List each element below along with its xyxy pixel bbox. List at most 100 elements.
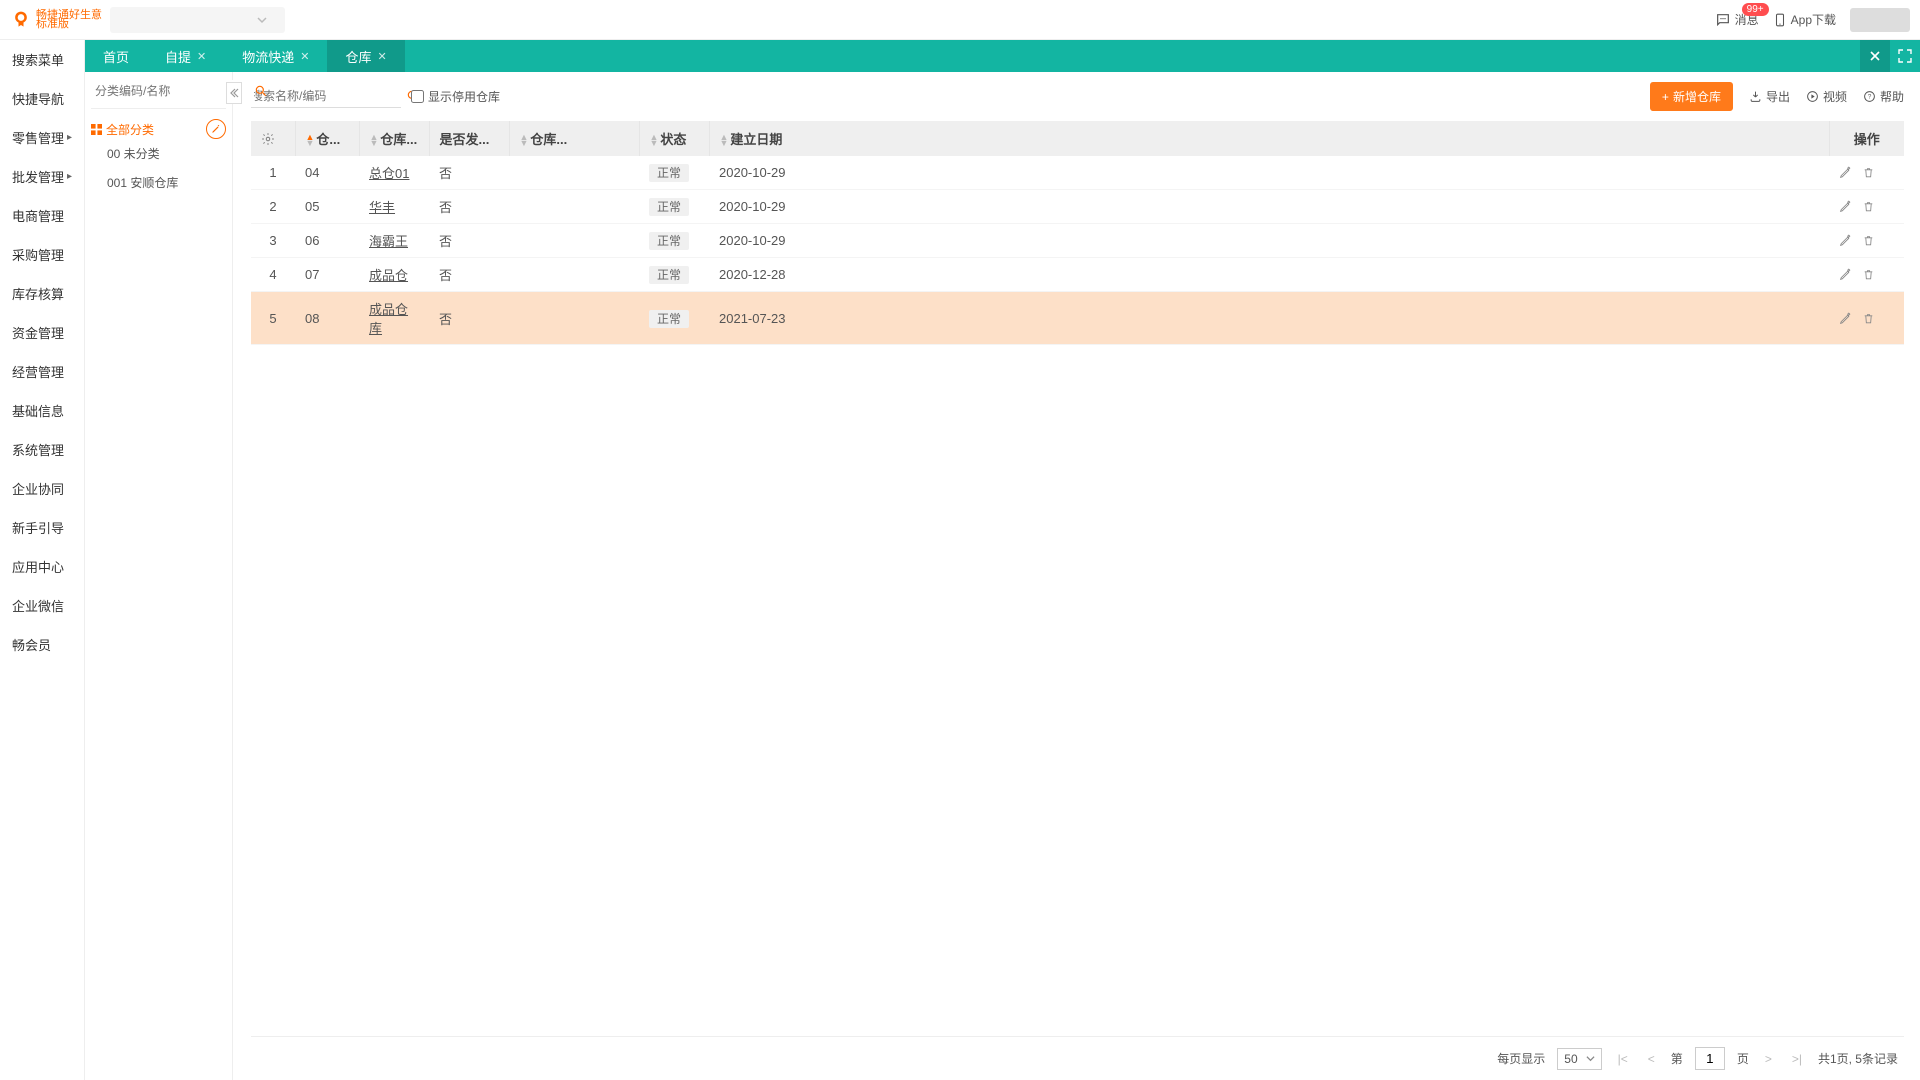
video-button[interactable]: 视频 <box>1806 88 1847 105</box>
status-badge: 正常 <box>649 198 689 216</box>
tree-item-0[interactable]: 00 未分类 <box>91 139 226 168</box>
column-settings[interactable] <box>251 121 295 156</box>
nav-item-10[interactable]: 系统管理 <box>0 430 84 469</box>
play-icon <box>1806 90 1819 103</box>
nav-item-0[interactable]: 搜索菜单 <box>0 40 84 79</box>
cell-addr <box>509 224 639 258</box>
page-input[interactable] <box>1695 1047 1725 1070</box>
org-selector[interactable] <box>110 7 285 33</box>
nav-item-8[interactable]: 经营管理 <box>0 352 84 391</box>
column-name[interactable]: ▲▼仓库... <box>359 121 429 156</box>
warehouse-link[interactable]: 海霸王 <box>369 234 408 249</box>
export-button[interactable]: 导出 <box>1749 88 1790 105</box>
column-addr[interactable]: ▲▼仓库... <box>509 121 639 156</box>
export-icon <box>1749 90 1762 103</box>
delete-button[interactable] <box>1862 234 1875 247</box>
app-download-label: App下载 <box>1791 11 1836 28</box>
cell-ship: 否 <box>429 224 509 258</box>
table-search-input[interactable] <box>251 85 406 107</box>
table-row[interactable]: 508成品仓库否正常2021-07-23 <box>251 292 1904 345</box>
warehouse-link[interactable]: 成品仓 <box>369 268 408 283</box>
nav-item-12[interactable]: 新手引导 <box>0 508 84 547</box>
nav-item-4[interactable]: 电商管理 <box>0 196 84 235</box>
brand-text-group: 畅捷通好生意 标准版 <box>36 10 102 30</box>
edit-button[interactable] <box>1839 268 1852 281</box>
nav-item-2[interactable]: 零售管理▸ <box>0 118 84 157</box>
column-date[interactable]: ▲▼建立日期 <box>709 121 1829 156</box>
delete-button[interactable] <box>1862 200 1875 213</box>
tree-item-1[interactable]: 001 安顺仓库 <box>91 168 226 197</box>
phone-icon <box>1773 12 1787 28</box>
cell-name: 海霸王 <box>359 224 429 258</box>
tab-label: 仓库 <box>345 47 371 66</box>
show-disabled-input[interactable] <box>411 90 424 103</box>
nav-item-9[interactable]: 基础信息 <box>0 391 84 430</box>
tab-2[interactable]: 物流快递✕ <box>224 40 327 72</box>
show-disabled-checkbox[interactable]: 显示停用仓库 <box>411 88 500 105</box>
column-ops: 操作 <box>1829 121 1904 156</box>
nav-item-13[interactable]: 应用中心 <box>0 547 84 586</box>
edit-button[interactable] <box>1839 200 1852 213</box>
warehouse-link[interactable]: 总仓01 <box>369 166 409 181</box>
messages-badge: 99+ <box>1742 3 1769 16</box>
nav-item-label: 畅会员 <box>12 635 51 654</box>
nav-item-6[interactable]: 库存核算 <box>0 274 84 313</box>
tree-root-node[interactable]: 全部分类 <box>91 121 154 138</box>
nav-item-3[interactable]: 批发管理▸ <box>0 157 84 196</box>
paginator: 每页显示 50 |< < 第 页 > >| 共1页, 5条记录 <box>251 1036 1904 1080</box>
cell-seq: 1 <box>251 156 295 190</box>
tab-1[interactable]: 自提✕ <box>147 40 224 72</box>
last-page-button[interactable]: >| <box>1788 1052 1806 1066</box>
column-code[interactable]: ▲▼仓... <box>295 121 359 156</box>
column-ship[interactable]: 是否发... <box>429 121 509 156</box>
edit-button[interactable] <box>1839 166 1852 179</box>
warehouse-link[interactable]: 成品仓库 <box>369 302 408 336</box>
delete-button[interactable] <box>1862 312 1875 325</box>
close-icon[interactable]: ✕ <box>197 50 206 63</box>
table-row[interactable]: 205华丰否正常2020-10-29 <box>251 190 1904 224</box>
edit-button[interactable] <box>1839 312 1852 325</box>
toolbar: 显示停用仓库 + 新增仓库 导出 视频 <box>251 82 1904 111</box>
prev-page-button[interactable]: < <box>1644 1052 1659 1066</box>
user-avatar[interactable] <box>1850 8 1910 32</box>
nav-item-7[interactable]: 资金管理 <box>0 313 84 352</box>
help-button[interactable]: ? 帮助 <box>1863 88 1904 105</box>
nav-item-15[interactable]: 畅会员 <box>0 625 84 664</box>
cell-code: 08 <box>295 292 359 345</box>
tree-edit-button[interactable] <box>206 119 226 139</box>
edit-button[interactable] <box>1839 234 1852 247</box>
close-icon[interactable]: ✕ <box>378 50 387 63</box>
cell-code: 04 <box>295 156 359 190</box>
cell-ship: 否 <box>429 190 509 224</box>
next-page-button[interactable]: > <box>1761 1052 1776 1066</box>
collapse-tree-button[interactable] <box>226 82 242 104</box>
table-row[interactable]: 104总仓01否正常2020-10-29 <box>251 156 1904 190</box>
svg-text:?: ? <box>1868 94 1872 101</box>
nav-item-5[interactable]: 采购管理 <box>0 235 84 274</box>
nav-item-14[interactable]: 企业微信 <box>0 586 84 625</box>
table-row[interactable]: 407成品仓否正常2020-12-28 <box>251 258 1904 292</box>
page-size-select[interactable]: 50 <box>1557 1048 1601 1070</box>
first-page-button[interactable]: |< <box>1614 1052 1632 1066</box>
fullscreen-button[interactable] <box>1890 40 1920 72</box>
nav-item-1[interactable]: 快捷导航 <box>0 79 84 118</box>
close-all-tabs-button[interactable] <box>1860 40 1890 72</box>
app-download-button[interactable]: App下载 <box>1773 11 1836 28</box>
nav-item-11[interactable]: 企业协同 <box>0 469 84 508</box>
tree-search <box>91 80 226 109</box>
tree-root-label: 全部分类 <box>106 121 154 138</box>
cell-addr <box>509 258 639 292</box>
header-right: 消息 99+ App下载 <box>1715 8 1910 32</box>
search-icon[interactable] <box>254 84 268 98</box>
table-row[interactable]: 306海霸王否正常2020-10-29 <box>251 224 1904 258</box>
close-icon[interactable]: ✕ <box>300 50 309 63</box>
cell-seq: 3 <box>251 224 295 258</box>
delete-button[interactable] <box>1862 268 1875 281</box>
delete-button[interactable] <box>1862 166 1875 179</box>
tab-0[interactable]: 首页 <box>85 40 147 72</box>
tab-3[interactable]: 仓库 ✕ <box>327 40 404 72</box>
messages-button[interactable]: 消息 99+ <box>1715 11 1759 28</box>
warehouse-link[interactable]: 华丰 <box>369 200 395 215</box>
column-status[interactable]: ▲▼状态 <box>639 121 709 156</box>
add-warehouse-button[interactable]: + 新增仓库 <box>1650 82 1733 111</box>
